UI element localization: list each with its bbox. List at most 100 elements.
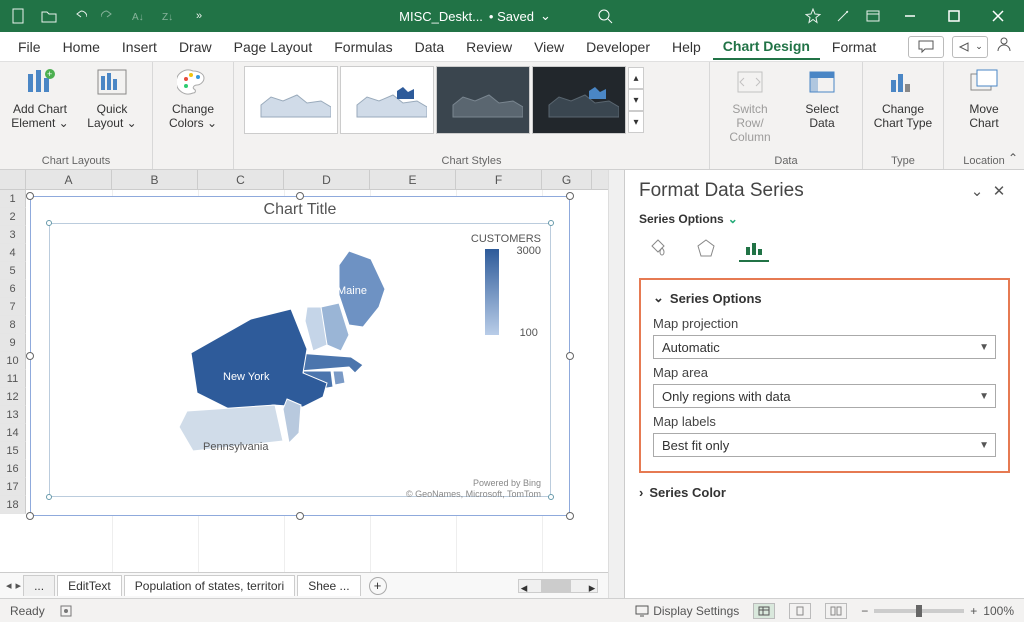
row-13[interactable]: 13 — [0, 406, 26, 424]
gallery-more-icon[interactable]: ▾ — [628, 111, 644, 133]
resize-handle[interactable] — [296, 192, 304, 200]
vertical-scrollbar[interactable] — [608, 170, 624, 598]
move-chart-button[interactable]: Move Chart — [954, 66, 1014, 130]
row-15[interactable]: 15 — [0, 442, 26, 460]
tab-nav-next[interactable]: ▸ — [16, 579, 22, 592]
col-G[interactable]: G — [542, 170, 592, 189]
chart-legend[interactable]: CUSTOMERS 3000 100 — [471, 233, 541, 339]
chevron-right-icon[interactable]: › — [639, 485, 643, 500]
minimize-button[interactable] — [890, 0, 930, 32]
ribbon-mode-icon[interactable] — [860, 3, 886, 29]
share-button[interactable]: ⌄ — [952, 36, 988, 58]
chart-title[interactable]: Chart Title — [31, 201, 569, 219]
col-C[interactable]: C — [198, 170, 284, 189]
style-thumb-2[interactable] — [340, 66, 434, 134]
row-4[interactable]: 4 — [0, 244, 26, 262]
chart-styles-gallery[interactable]: ▴ ▾ ▾ — [244, 66, 644, 134]
row-10[interactable]: 10 — [0, 352, 26, 370]
col-A[interactable]: A — [26, 170, 112, 189]
tab-review[interactable]: Review — [456, 35, 522, 59]
tab-insert[interactable]: Insert — [112, 35, 167, 59]
qat-more-icon[interactable]: » — [186, 3, 212, 29]
style-thumb-4[interactable] — [532, 66, 626, 134]
series-color-heading[interactable]: Series Color — [649, 485, 726, 500]
add-chart-element-button[interactable]: + Add Chart Element ⌄ — [10, 66, 70, 130]
collapse-ribbon-icon[interactable]: ⌃ — [1008, 151, 1018, 165]
row-5[interactable]: 5 — [0, 262, 26, 280]
tab-developer[interactable]: Developer — [576, 35, 660, 59]
close-button[interactable] — [978, 0, 1018, 32]
col-E[interactable]: E — [370, 170, 456, 189]
tab-help[interactable]: Help — [662, 35, 711, 59]
fill-icon[interactable] — [643, 236, 673, 262]
sort-asc-icon[interactable]: A↓ — [126, 3, 152, 29]
tab-view[interactable]: View — [524, 35, 574, 59]
pane-options-icon[interactable]: ⌄ — [966, 182, 988, 200]
select-data-button[interactable]: Select Data — [792, 66, 852, 130]
row-9[interactable]: 9 — [0, 334, 26, 352]
comments-button[interactable] — [908, 36, 944, 58]
account-icon[interactable] — [996, 36, 1016, 58]
map-labels-select[interactable]: Best fit only▼ — [653, 433, 996, 457]
maximize-button[interactable] — [934, 0, 974, 32]
row-8[interactable]: 8 — [0, 316, 26, 334]
horizontal-scrollbar[interactable]: ◂▸ — [518, 579, 598, 593]
resize-handle[interactable] — [548, 494, 554, 500]
row-1[interactable]: 1 — [0, 190, 26, 208]
row-16[interactable]: 16 — [0, 460, 26, 478]
row-17[interactable]: 17 — [0, 478, 26, 496]
resize-handle[interactable] — [26, 192, 34, 200]
add-sheet-button[interactable]: + — [369, 577, 387, 595]
zoom-slider[interactable] — [874, 609, 964, 613]
series-options-icon[interactable] — [739, 236, 769, 262]
premium-icon[interactable] — [800, 3, 826, 29]
tab-page-layout[interactable]: Page Layout — [224, 35, 323, 59]
row-7[interactable]: 7 — [0, 298, 26, 316]
zoom-level[interactable]: 100% — [983, 604, 1014, 618]
tab-formulas[interactable]: Formulas — [324, 35, 402, 59]
search-icon[interactable] — [597, 8, 613, 24]
sheet-tab-edittext[interactable]: EditText — [57, 575, 122, 596]
chart-object[interactable]: Chart Title CUSTOMERS 3000 100 — [30, 196, 570, 516]
open-file-icon[interactable] — [36, 3, 62, 29]
resize-handle[interactable] — [566, 352, 574, 360]
worksheet-area[interactable]: A B C D E F G 12345678910111213141516171… — [0, 170, 608, 598]
gallery-down-icon[interactable]: ▾ — [628, 89, 644, 111]
chevron-down-icon[interactable]: ⌄ — [653, 290, 664, 306]
map-chart[interactable]: Maine New York Pennsylvania — [111, 243, 431, 483]
style-thumb-1[interactable] — [244, 66, 338, 134]
pane-close-icon[interactable]: ✕ — [988, 182, 1010, 200]
resize-handle[interactable] — [26, 512, 34, 520]
gallery-up-icon[interactable]: ▴ — [628, 67, 644, 89]
row-18[interactable]: 18 — [0, 496, 26, 514]
sheet-tab-more[interactable]: ... — [23, 575, 55, 596]
magic-icon[interactable] — [830, 3, 856, 29]
zoom-out-button[interactable]: − — [861, 604, 868, 618]
tab-nav-prev[interactable]: ◂ — [6, 579, 12, 592]
resize-handle[interactable] — [566, 192, 574, 200]
change-colors-button[interactable]: Change Colors ⌄ — [163, 66, 223, 130]
col-D[interactable]: D — [284, 170, 370, 189]
row-3[interactable]: 3 — [0, 226, 26, 244]
resize-handle[interactable] — [548, 220, 554, 226]
row-12[interactable]: 12 — [0, 388, 26, 406]
chevron-down-icon[interactable]: ⌄ — [728, 212, 738, 226]
new-file-icon[interactable] — [6, 3, 32, 29]
row-6[interactable]: 6 — [0, 280, 26, 298]
view-normal-button[interactable] — [753, 603, 775, 619]
resize-handle[interactable] — [296, 512, 304, 520]
tab-chart-design[interactable]: Chart Design — [713, 34, 820, 60]
tab-draw[interactable]: Draw — [169, 35, 222, 59]
row-14[interactable]: 14 — [0, 424, 26, 442]
pane-subtitle[interactable]: Series Options — [639, 212, 724, 226]
tab-home[interactable]: Home — [53, 35, 110, 59]
tab-format[interactable]: Format — [822, 35, 886, 59]
display-settings[interactable]: Display Settings — [635, 604, 739, 618]
resize-handle[interactable] — [46, 220, 52, 226]
section-heading[interactable]: Series Options — [670, 291, 762, 306]
col-B[interactable]: B — [112, 170, 198, 189]
undo-icon[interactable] — [66, 3, 92, 29]
tab-data[interactable]: Data — [405, 35, 455, 59]
view-page-layout-button[interactable] — [789, 603, 811, 619]
redo-icon[interactable] — [96, 3, 122, 29]
